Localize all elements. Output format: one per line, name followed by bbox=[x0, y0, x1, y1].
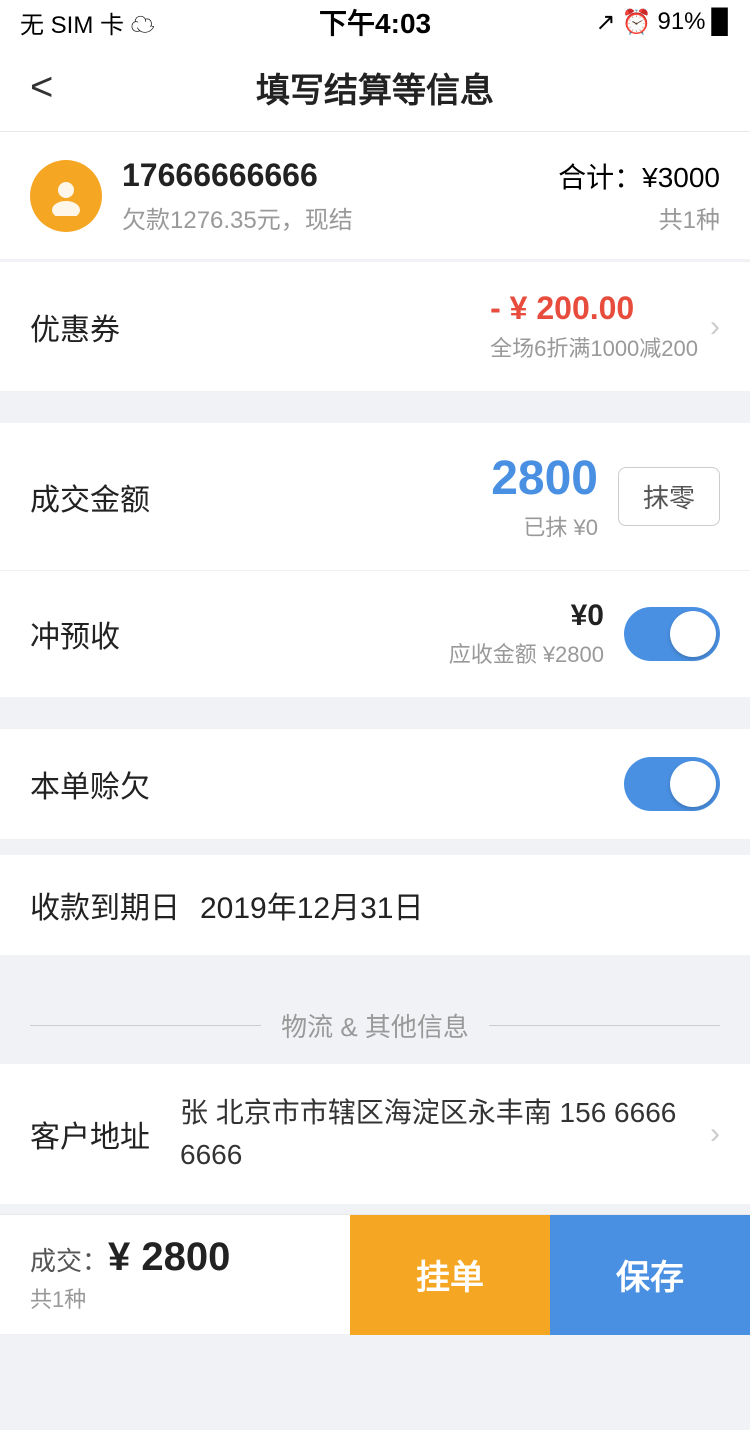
customer-row: 17666666666 欠款1276.35元，现结 合计：¥3000 共1种 bbox=[0, 132, 750, 259]
prepay-sub: 应收金额 ¥2800 bbox=[449, 637, 604, 669]
suspend-button[interactable]: 挂单 bbox=[350, 1215, 550, 1335]
bottom-count: 共1种 bbox=[30, 1282, 320, 1314]
status-left: 无 SIM 卡 ☁ bbox=[20, 5, 155, 40]
divider-line-right bbox=[489, 1025, 720, 1026]
prepay-label: 冲预收 bbox=[30, 612, 120, 656]
divider-line-left bbox=[30, 1025, 261, 1026]
bottom-info: 成交：¥ 2800 共1种 bbox=[0, 1235, 350, 1314]
transaction-row: 成交金额 2800 已抹 ¥0 抹零 bbox=[0, 423, 750, 571]
gray-divider-2 bbox=[0, 713, 750, 729]
transaction-label: 成交金额 bbox=[30, 475, 150, 519]
duedate-value: 2019年12月31日 bbox=[200, 883, 423, 927]
location-icon: ↗ bbox=[595, 8, 615, 37]
status-time: 下午4:03 bbox=[319, 2, 431, 42]
customer-info: 17666666666 欠款1276.35元，现结 bbox=[122, 157, 353, 235]
customer-right: 合计：¥3000 共1种 bbox=[558, 156, 720, 235]
coupon-amount: - ¥ 200.00 bbox=[490, 290, 698, 327]
transaction-amount-block: 2800 已抹 ¥0 bbox=[491, 451, 598, 542]
prepay-right: ¥0 应收金额 ¥2800 bbox=[449, 599, 720, 669]
battery-label: 91% bbox=[657, 8, 705, 36]
nav-bar: < 填写结算等信息 bbox=[0, 44, 750, 132]
debt-toggle[interactable] bbox=[624, 757, 720, 811]
save-button[interactable]: 保存 bbox=[550, 1215, 750, 1335]
customer-debt: 欠款1276.35元，现结 bbox=[122, 200, 353, 235]
sim-label: 无 SIM 卡 ☁ bbox=[20, 5, 155, 40]
round-button[interactable]: 抹零 bbox=[618, 467, 720, 526]
customer-left: 17666666666 欠款1276.35元，现结 bbox=[30, 157, 353, 235]
debt-label: 本单赊欠 bbox=[30, 762, 150, 806]
duedate-row: 收款到期日 2019年12月31日 bbox=[0, 855, 750, 955]
prepay-row: 冲预收 ¥0 应收金额 ¥2800 bbox=[0, 571, 750, 697]
address-value: 张 北京市市辖区海淀区永丰南 156 6666 6666 bbox=[180, 1092, 710, 1176]
page-title: 填写结算等信息 bbox=[256, 63, 494, 112]
gray-divider-3 bbox=[0, 971, 750, 987]
total-count: 共1种 bbox=[558, 200, 720, 235]
transaction-section: 成交金额 2800 已抹 ¥0 抹零 冲预收 ¥0 应收金额 ¥2800 bbox=[0, 423, 750, 697]
customer-phone: 17666666666 bbox=[122, 157, 353, 194]
battery-icon: ▉ bbox=[712, 8, 730, 37]
address-chevron-icon: › bbox=[710, 1117, 720, 1151]
duedate-label: 收款到期日 bbox=[30, 883, 180, 927]
gray-divider-1 bbox=[0, 407, 750, 423]
back-button[interactable]: < bbox=[30, 65, 90, 110]
total-label: 合计：¥3000 bbox=[558, 156, 720, 196]
transaction-sub: 已抹 ¥0 bbox=[491, 510, 598, 542]
prepay-amount: ¥0 bbox=[449, 599, 604, 633]
logistics-divider: 物流 & 其他信息 bbox=[0, 987, 750, 1064]
bottom-amount: ¥ 2800 bbox=[108, 1235, 230, 1279]
prepay-amount-block: ¥0 应收金额 ¥2800 bbox=[449, 599, 604, 669]
coupon-row[interactable]: 优惠券 - ¥ 200.00 全场6折满1000减200 › bbox=[0, 261, 750, 391]
bottom-bar: 成交：¥ 2800 共1种 挂单 保存 bbox=[0, 1214, 750, 1334]
transaction-amount: 2800 bbox=[491, 451, 598, 506]
status-right: ↗ ⏰ 91% ▉ bbox=[595, 8, 730, 37]
logistics-label: 物流 & 其他信息 bbox=[281, 1007, 469, 1044]
coupon-chevron-icon: › bbox=[710, 310, 720, 344]
debt-row: 本单赊欠 bbox=[0, 729, 750, 839]
address-label: 客户地址 bbox=[30, 1112, 150, 1156]
bottom-deal-label: 成交：¥ 2800 bbox=[30, 1235, 320, 1280]
alarm-icon: ⏰ bbox=[622, 8, 652, 37]
address-row[interactable]: 客户地址 张 北京市市辖区海淀区永丰南 156 6666 6666 › bbox=[0, 1064, 750, 1204]
coupon-info: - ¥ 200.00 全场6折满1000减200 bbox=[490, 290, 698, 363]
transaction-right: 2800 已抹 ¥0 抹零 bbox=[491, 451, 720, 542]
coupon-desc: 全场6折满1000减200 bbox=[490, 331, 698, 363]
status-bar: 无 SIM 卡 ☁ 下午4:03 ↗ ⏰ 91% ▉ bbox=[0, 0, 750, 44]
prepay-toggle[interactable] bbox=[624, 607, 720, 661]
coupon-right: - ¥ 200.00 全场6折满1000减200 › bbox=[490, 290, 720, 363]
avatar bbox=[30, 160, 102, 232]
coupon-label: 优惠券 bbox=[30, 305, 120, 349]
